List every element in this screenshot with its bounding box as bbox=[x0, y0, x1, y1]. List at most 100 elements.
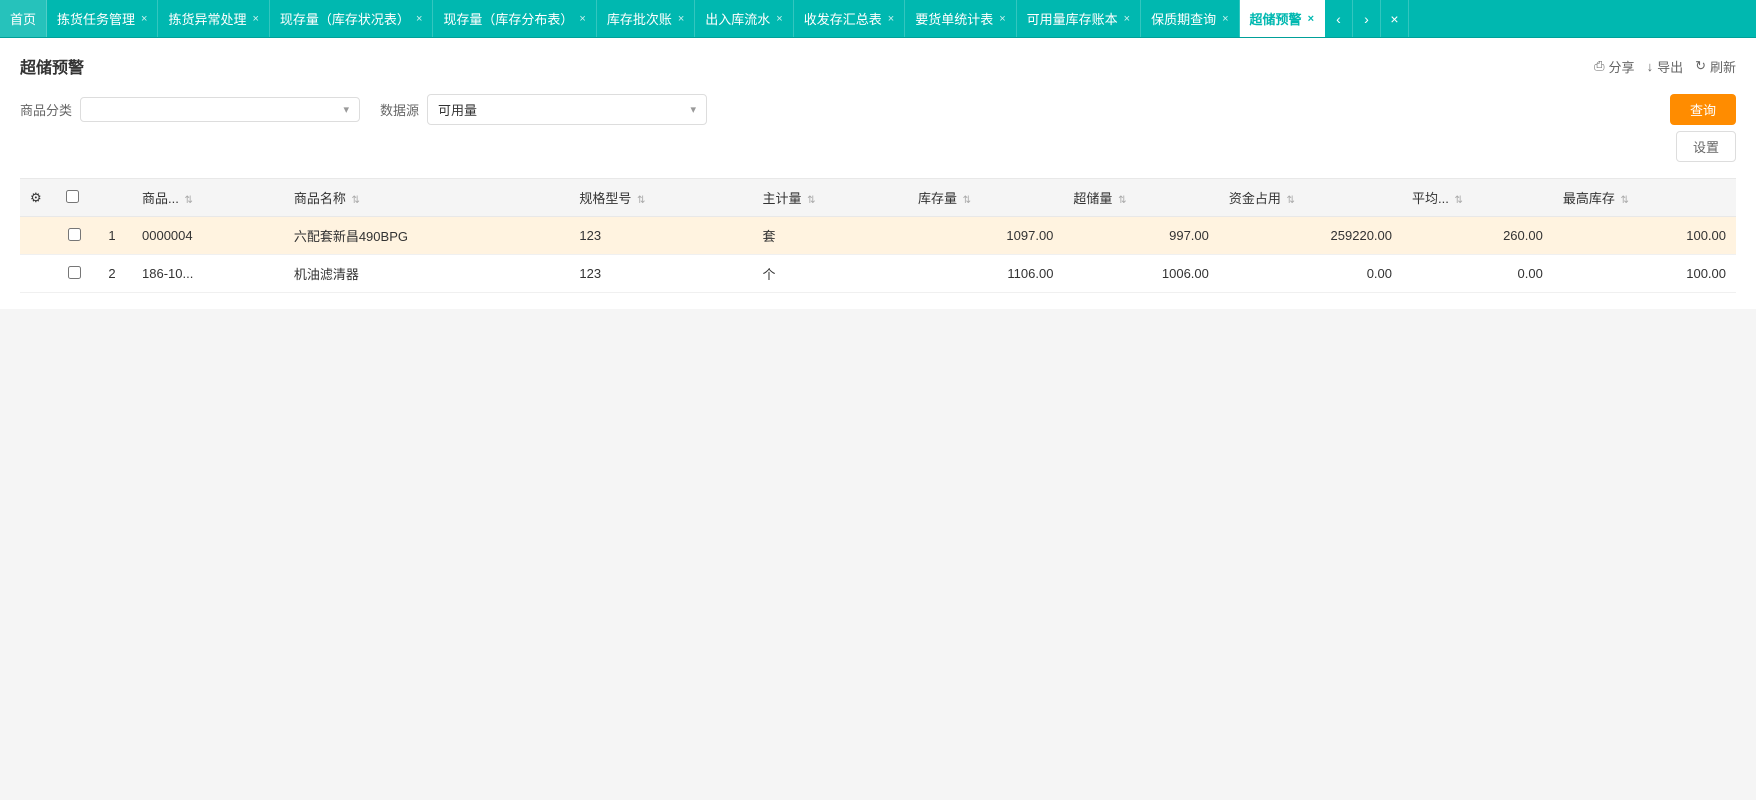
nav-label-order-stat: 要货单统计表 bbox=[915, 9, 993, 28]
nav-prev-button[interactable]: ‹ bbox=[1325, 0, 1353, 37]
close-icon-task-mgmt[interactable]: × bbox=[141, 13, 147, 25]
sort-icon-spec: ⇅ bbox=[637, 195, 645, 206]
share-label: 分享 bbox=[1609, 57, 1635, 76]
row-unit-1: 个 bbox=[753, 255, 908, 293]
nav-label-avail-stock: 可用量库存账本 bbox=[1027, 9, 1118, 28]
main-content: 超储预警 ⎙ 分享 ↓ 导出 ↻ 刷新 商品分类 ▾ bbox=[0, 38, 1756, 309]
nav-item-home[interactable]: 首页 bbox=[0, 0, 47, 37]
refresh-icon: ↻ bbox=[1695, 58, 1706, 74]
row-spec-1: 123 bbox=[569, 255, 752, 293]
nav-label-overstock: 超储预警 bbox=[1250, 9, 1302, 28]
nav-label-task-mgmt: 拣货任务管理 bbox=[57, 9, 135, 28]
nav-item-batch[interactable]: 库存批次账 × bbox=[597, 0, 695, 37]
nav-item-inout-flow[interactable]: 出入库流水 × bbox=[695, 0, 793, 37]
col-capital-usage-label: 资金占用 bbox=[1229, 191, 1281, 206]
sort-icon-stock-qty: ⇅ bbox=[963, 195, 971, 206]
nav-item-order-stat[interactable]: 要货单统计表 × bbox=[905, 0, 1016, 37]
nav-item-overstock[interactable]: 超储预警 × bbox=[1240, 0, 1325, 37]
col-checkbox-header[interactable] bbox=[56, 179, 92, 217]
select-all-checkbox[interactable] bbox=[66, 190, 79, 203]
row-unit-0: 套 bbox=[753, 217, 908, 255]
query-button[interactable]: 查询 bbox=[1670, 94, 1736, 125]
nav-item-task-mgmt[interactable]: 拣货任务管理 × bbox=[47, 0, 158, 37]
datasource-label: 数据源 bbox=[380, 100, 419, 119]
sort-icon-product-name: ⇅ bbox=[351, 195, 359, 206]
nav-label-inout-flow: 出入库流水 bbox=[705, 9, 770, 28]
sort-icon-max-stock: ⇅ bbox=[1620, 195, 1628, 206]
sort-icon-product-code: ⇅ bbox=[184, 195, 192, 206]
col-stock-qty[interactable]: 库存量 ⇅ bbox=[908, 179, 1063, 217]
row-product-name-1: 机油滤清器 bbox=[284, 255, 570, 293]
col-overstock-qty[interactable]: 超储量 ⇅ bbox=[1063, 179, 1218, 217]
row-capital-usage-0: 259220.00 bbox=[1219, 217, 1402, 255]
nav-item-collect[interactable]: 收发存汇总表 × bbox=[794, 0, 905, 37]
nav-more-button[interactable]: × bbox=[1381, 0, 1409, 37]
row-num-0: 1 bbox=[92, 217, 132, 255]
col-product-name-label: 商品名称 bbox=[294, 191, 346, 206]
nav-next-button[interactable]: › bbox=[1353, 0, 1381, 37]
close-icon-overstock[interactable]: × bbox=[1308, 13, 1314, 25]
row-checkbox-1[interactable] bbox=[68, 266, 81, 279]
col-rownum bbox=[92, 179, 132, 217]
row-avg-1: 0.00 bbox=[1402, 255, 1553, 293]
col-product-code[interactable]: 商品... ⇅ bbox=[132, 179, 284, 217]
nav-item-stock-dist[interactable]: 现存量（库存分布表） × bbox=[433, 0, 596, 37]
col-spec-label: 规格型号 bbox=[579, 191, 631, 206]
col-stock-qty-label: 库存量 bbox=[918, 191, 957, 206]
nav-label-abnormal: 拣货异常处理 bbox=[168, 9, 246, 28]
refresh-button[interactable]: ↻ 刷新 bbox=[1695, 57, 1736, 76]
row-gear-1 bbox=[20, 255, 56, 293]
nav-label-home: 首页 bbox=[10, 9, 36, 28]
col-spec[interactable]: 规格型号 ⇅ bbox=[569, 179, 752, 217]
col-product-code-label: 商品... bbox=[142, 191, 179, 206]
table-row: 2 186-10... 机油滤清器 123 个 1106.00 1006.00 … bbox=[20, 255, 1736, 293]
nav-item-stock-status[interactable]: 现存量（库存状况表） × bbox=[270, 0, 433, 37]
close-icon-order-stat[interactable]: × bbox=[999, 13, 1005, 25]
close-icon-batch[interactable]: × bbox=[678, 13, 684, 25]
row-checkbox-0[interactable] bbox=[68, 228, 81, 241]
datasource-dropdown-icon: ▾ bbox=[691, 103, 697, 116]
table-row: 1 0000004 六配套新昌490BPG 123 套 1097.00 997.… bbox=[20, 217, 1736, 255]
close-icon-collect[interactable]: × bbox=[888, 13, 894, 25]
col-gear[interactable]: ⚙ bbox=[20, 179, 56, 217]
share-button[interactable]: ⎙ 分享 bbox=[1594, 57, 1634, 76]
nav-item-abnormal[interactable]: 拣货异常处理 × bbox=[158, 0, 269, 37]
datasource-select-value: 可用量 bbox=[438, 100, 477, 119]
close-icon-stock-dist[interactable]: × bbox=[579, 13, 585, 25]
close-icon-inout-flow[interactable]: × bbox=[776, 13, 782, 25]
row-checkbox-cell-1[interactable] bbox=[56, 255, 92, 293]
row-spec-0: 123 bbox=[569, 217, 752, 255]
row-stock-qty-0: 1097.00 bbox=[908, 217, 1063, 255]
nav-item-quality[interactable]: 保质期查询 × bbox=[1141, 0, 1239, 37]
col-unit[interactable]: 主计量 ⇅ bbox=[753, 179, 908, 217]
category-filter-group: 商品分类 ▾ bbox=[20, 97, 360, 122]
table-header-row: ⚙ 商品... ⇅ 商品名称 ⇅ 规格型号 ⇅ bbox=[20, 179, 1736, 217]
col-product-name[interactable]: 商品名称 ⇅ bbox=[284, 179, 570, 217]
col-unit-label: 主计量 bbox=[763, 191, 802, 206]
gear-settings-icon[interactable]: ⚙ bbox=[30, 190, 42, 205]
top-nav: 首页 拣货任务管理 × 拣货异常处理 × 现存量（库存状况表） × 现存量（库存… bbox=[0, 0, 1756, 38]
row-gear-0 bbox=[20, 217, 56, 255]
header-actions: ⎙ 分享 ↓ 导出 ↻ 刷新 bbox=[1594, 57, 1736, 76]
col-overstock-qty-label: 超储量 bbox=[1073, 191, 1112, 206]
settings-button[interactable]: 设置 bbox=[1676, 131, 1736, 162]
close-icon-quality[interactable]: × bbox=[1222, 13, 1228, 25]
col-max-stock[interactable]: 最高库存 ⇅ bbox=[1553, 179, 1736, 217]
sort-icon-capital-usage: ⇅ bbox=[1287, 195, 1295, 206]
sort-icon-unit: ⇅ bbox=[807, 195, 815, 206]
category-select[interactable]: ▾ bbox=[80, 97, 360, 122]
col-capital-usage[interactable]: 资金占用 ⇅ bbox=[1219, 179, 1402, 217]
datasource-select[interactable]: 可用量 ▾ bbox=[427, 94, 707, 125]
close-icon-abnormal[interactable]: × bbox=[252, 13, 258, 25]
close-icon-stock-status[interactable]: × bbox=[416, 13, 422, 25]
export-button[interactable]: ↓ 导出 bbox=[1647, 57, 1684, 76]
row-max-stock-0: 100.00 bbox=[1553, 217, 1736, 255]
data-table: ⚙ 商品... ⇅ 商品名称 ⇅ 规格型号 ⇅ bbox=[20, 178, 1736, 293]
col-avg[interactable]: 平均... ⇅ bbox=[1402, 179, 1553, 217]
row-checkbox-cell-0[interactable] bbox=[56, 217, 92, 255]
category-label: 商品分类 bbox=[20, 100, 72, 119]
sort-icon-avg: ⇅ bbox=[1454, 195, 1462, 206]
close-icon-avail-stock[interactable]: × bbox=[1124, 13, 1130, 25]
row-num-1: 2 bbox=[92, 255, 132, 293]
nav-item-avail-stock[interactable]: 可用量库存账本 × bbox=[1017, 0, 1141, 37]
